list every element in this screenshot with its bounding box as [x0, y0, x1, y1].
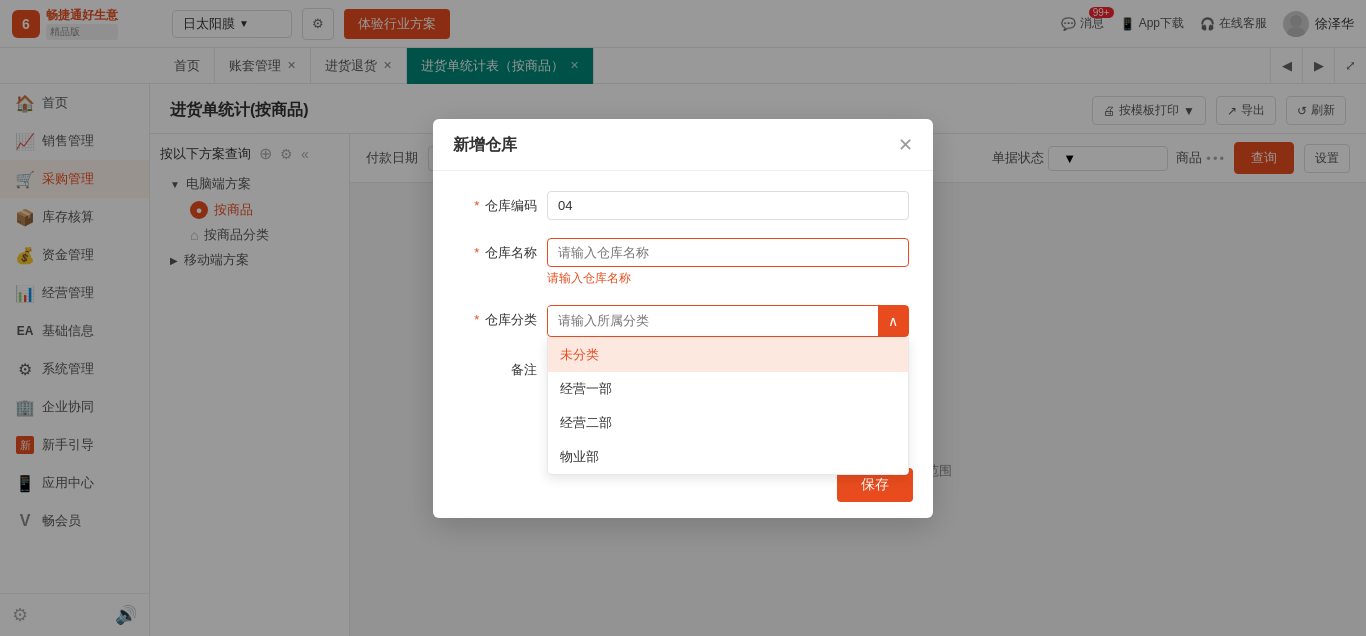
modal-close-button[interactable]: ✕	[898, 136, 913, 154]
code-label: * 仓库编码	[457, 191, 547, 215]
category-control: ∧ 未分类经营一部经营二部物业部	[547, 305, 909, 337]
name-field-row: * 仓库名称 请输入仓库名称	[457, 238, 909, 287]
dropdown-item-1[interactable]: 经营一部	[548, 372, 908, 406]
new-warehouse-modal: 新增仓库 ✕ * 仓库编码 * 仓库名称	[433, 119, 933, 518]
code-input[interactable]	[547, 191, 909, 220]
category-field-row: * 仓库分类 ∧ 未分类经营一部经营二部物业部	[457, 305, 909, 337]
dropdown-item-2[interactable]: 经营二部	[548, 406, 908, 440]
name-input[interactable]	[547, 238, 909, 267]
name-error-msg: 请输入仓库名称	[547, 270, 909, 287]
category-select-wrap: ∧	[547, 305, 909, 337]
code-control	[547, 191, 909, 220]
dropdown-item-0[interactable]: 未分类	[548, 338, 908, 372]
category-input[interactable]	[548, 307, 878, 334]
dropdown-item-3[interactable]: 物业部	[548, 440, 908, 474]
modal-overlay: 新增仓库 ✕ * 仓库编码 * 仓库名称	[0, 0, 1366, 636]
code-field-row: * 仓库编码	[457, 191, 909, 220]
category-chevron[interactable]: ∧	[878, 306, 908, 336]
category-label: * 仓库分类	[457, 305, 547, 329]
category-dropdown: 未分类经营一部经营二部物业部	[547, 337, 909, 475]
modal-header: 新增仓库 ✕	[433, 119, 933, 171]
modal-body: * 仓库编码 * 仓库名称 请输入仓库名称	[433, 171, 933, 456]
notes-label: 备注	[457, 355, 547, 379]
name-label: * 仓库名称	[457, 238, 547, 262]
modal-title: 新增仓库	[453, 135, 517, 156]
name-control: 请输入仓库名称	[547, 238, 909, 287]
